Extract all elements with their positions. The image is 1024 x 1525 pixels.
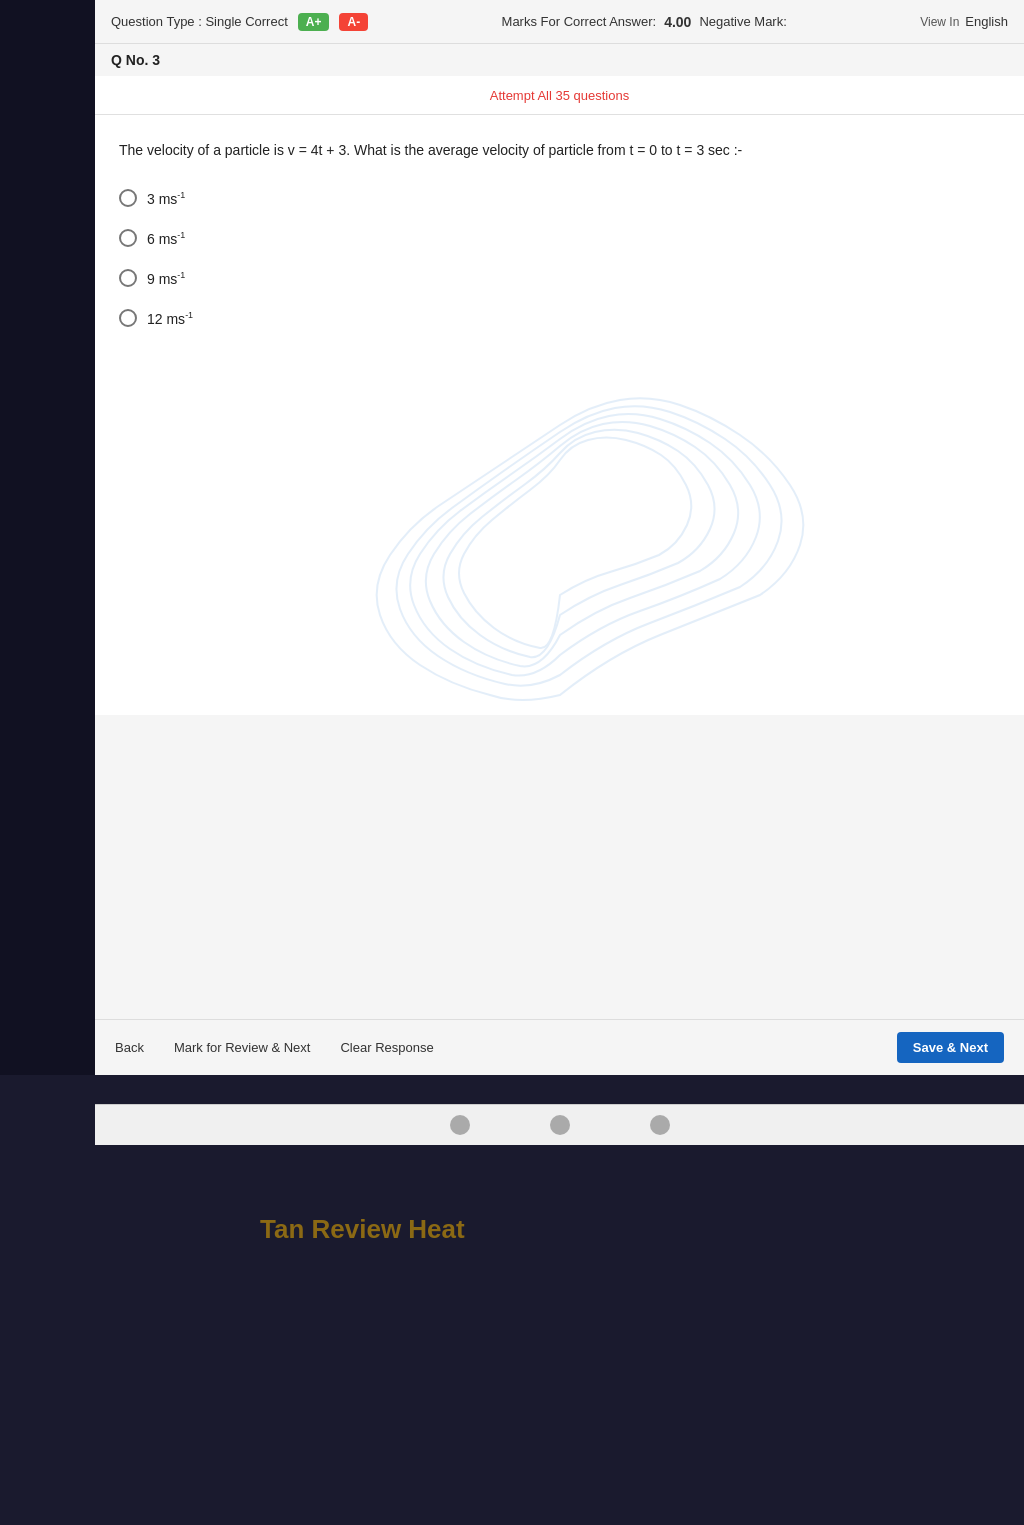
- option-item-1[interactable]: 3 ms-1: [119, 189, 1000, 207]
- header-right: View In English: [920, 14, 1008, 29]
- option-text-2: 6 ms-1: [147, 230, 185, 247]
- option-text-1: 3 ms-1: [147, 190, 185, 207]
- header-left: Question Type : Single Correct A+ A-: [111, 13, 368, 31]
- question-area: The velocity of a particle is v = 4t + 3…: [95, 115, 1024, 715]
- language-label[interactable]: English: [965, 14, 1008, 29]
- radio-option-4[interactable]: [119, 309, 137, 327]
- radio-option-2[interactable]: [119, 229, 137, 247]
- tan-review-text: Tan Review Heat: [260, 1214, 465, 1245]
- save-next-button[interactable]: Save & Next: [897, 1032, 1004, 1063]
- mark-review-button[interactable]: Mark for Review & Next: [174, 1040, 311, 1055]
- marks-label: Marks For Correct Answer:: [502, 14, 657, 29]
- actions-bar: Back Mark for Review & Next Clear Respon…: [95, 1019, 1024, 1075]
- header-center: Marks For Correct Answer: 4.00 Negative …: [502, 14, 787, 30]
- actions-left: Back Mark for Review & Next Clear Respon…: [115, 1040, 434, 1055]
- instruction-banner: Attempt All 35 questions: [95, 76, 1024, 115]
- clear-response-button[interactable]: Clear Response: [340, 1040, 433, 1055]
- instruction-text: Attempt All 35 questions: [490, 88, 629, 103]
- option-item-4[interactable]: 12 ms-1: [119, 309, 1000, 327]
- nav-dot-left[interactable]: [450, 1115, 470, 1135]
- option-item-2[interactable]: 6 ms-1: [119, 229, 1000, 247]
- marks-value: 4.00: [664, 14, 691, 30]
- tan-review-section: Tan Review Heat: [260, 1214, 465, 1245]
- option-text-4: 12 ms-1: [147, 310, 193, 327]
- view-in-label: View In: [920, 15, 959, 29]
- badge-plus[interactable]: A+: [298, 13, 330, 31]
- badge-minus[interactable]: A-: [339, 13, 368, 31]
- qno-bar: Q No. 3: [95, 44, 1024, 76]
- main-container: Question Type : Single Correct A+ A- Mar…: [95, 0, 1024, 1075]
- question-number: Q No. 3: [111, 52, 160, 68]
- bottom-nav: [95, 1104, 1024, 1145]
- option-text-3: 9 ms-1: [147, 270, 185, 287]
- back-button[interactable]: Back: [115, 1040, 144, 1055]
- option-item-3[interactable]: 9 ms-1: [119, 269, 1000, 287]
- nav-dot-right[interactable]: [650, 1115, 670, 1135]
- radio-option-3[interactable]: [119, 269, 137, 287]
- nav-dot-center[interactable]: [550, 1115, 570, 1135]
- header-bar: Question Type : Single Correct A+ A- Mar…: [95, 0, 1024, 44]
- radio-option-1[interactable]: [119, 189, 137, 207]
- options-list: 3 ms-1 6 ms-1 9 ms-1 12 ms-1: [119, 189, 1000, 327]
- negative-mark-label: Negative Mark:: [699, 14, 786, 29]
- question-type-label: Question Type : Single Correct: [111, 14, 288, 29]
- question-text: The velocity of a particle is v = 4t + 3…: [119, 139, 1000, 161]
